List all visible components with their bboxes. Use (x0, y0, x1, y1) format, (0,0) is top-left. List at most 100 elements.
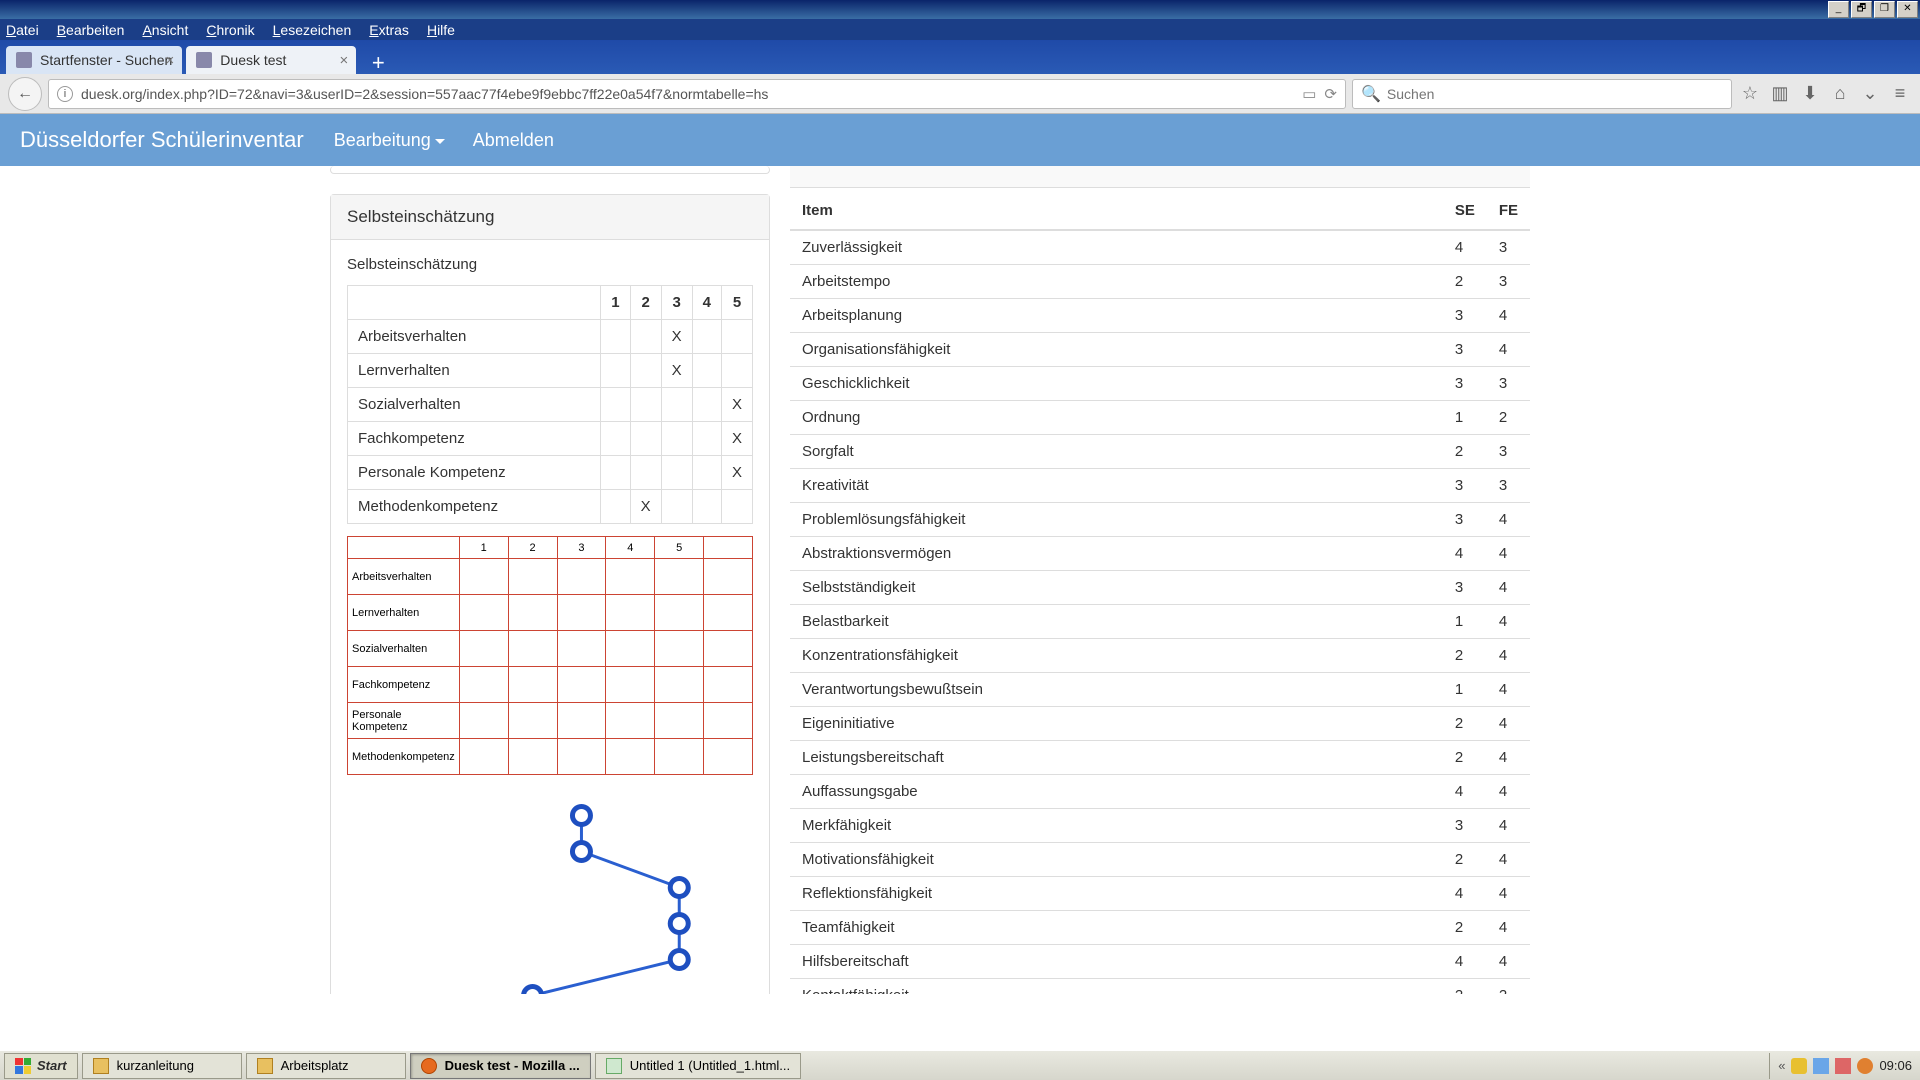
menu-extras[interactable]: Extras (369, 22, 409, 38)
chart-tick: 5 (655, 537, 704, 559)
taskbar-button-label: kurzanleitung (117, 1058, 194, 1073)
menu-bearbeiten[interactable]: Bearbeiten (57, 22, 125, 38)
selbst-table: 12345ArbeitsverhaltenXLernverhaltenXSozi… (347, 285, 753, 524)
rating-cell (630, 354, 661, 388)
back-button[interactable]: ← (8, 77, 42, 111)
url-input[interactable] (81, 86, 1294, 102)
hamburger-menu-icon[interactable]: ≡ (1888, 83, 1912, 104)
items-row: Ordnung12 (790, 401, 1530, 435)
menu-lesezeichen[interactable]: Lesezeichen (273, 22, 352, 38)
pocket-icon[interactable]: ⌄ (1858, 83, 1882, 104)
rating-cell (661, 422, 692, 456)
window-restore-button[interactable]: 🗗 (1851, 1, 1872, 18)
home-icon[interactable]: ⌂ (1828, 83, 1852, 104)
tray-network-icon[interactable] (1813, 1058, 1829, 1074)
rating-cell (692, 422, 721, 456)
panel-stub (330, 166, 770, 174)
rating-cell (692, 320, 721, 354)
item-se: 3 (1443, 571, 1487, 605)
item-se: 2 (1443, 435, 1487, 469)
tab-close-icon[interactable]: × (340, 52, 349, 69)
item-fe: 3 (1487, 265, 1530, 299)
tab-close-icon[interactable]: × (166, 52, 175, 69)
item-label: Selbstständigkeit (790, 571, 1443, 605)
taskbar-button[interactable]: Arbeitsplatz (246, 1053, 406, 1079)
item-fe: 4 (1487, 673, 1530, 707)
item-fe: 4 (1487, 639, 1530, 673)
page-viewport: Düsseldorfer Schülerinventar Bearbeitung… (0, 114, 1920, 994)
table-row: Personale KompetenzX (348, 456, 753, 490)
item-se: 3 (1443, 809, 1487, 843)
menu-hilfe[interactable]: Hilfe (427, 22, 455, 38)
browser-tab[interactable]: Duesk test × (186, 46, 356, 74)
system-tray[interactable]: « 09:06 (1769, 1053, 1920, 1079)
item-se: 2 (1443, 707, 1487, 741)
menu-datei[interactable]: Datei (6, 22, 39, 38)
url-bar[interactable]: i ▭ ⟳ (48, 79, 1346, 109)
window-minimize-button[interactable]: _ (1828, 1, 1849, 18)
rating-cell (692, 456, 721, 490)
search-input[interactable] (1387, 86, 1723, 102)
item-label: Abstraktionsvermögen (790, 537, 1443, 571)
window-close-button[interactable]: ✕ (1897, 1, 1918, 18)
site-info-icon[interactable]: i (57, 86, 73, 102)
tray-shield-icon[interactable] (1791, 1058, 1807, 1074)
browser-tab[interactable]: Startfenster - Suchen× (6, 46, 182, 74)
window-maximize-button[interactable]: ❐ (1874, 1, 1895, 18)
downloads-icon[interactable]: ⬇ (1798, 83, 1822, 104)
library-icon[interactable]: ▥ (1768, 83, 1792, 104)
taskbar: Start kurzanleitung ArbeitsplatzDuesk tes… (0, 1050, 1920, 1080)
tab-label: Duesk test (220, 52, 286, 68)
items-row: Kreativität33 (790, 469, 1530, 503)
item-label: Arbeitstempo (790, 265, 1443, 299)
item-fe: 3 (1487, 469, 1530, 503)
tray-expand-icon[interactable]: « (1778, 1058, 1785, 1073)
item-label: Arbeitsplanung (790, 299, 1443, 333)
tab-label: Startfenster - Suchen (40, 52, 172, 68)
menu-ansicht[interactable]: Ansicht (142, 22, 188, 38)
right-panel-headstub (790, 166, 1530, 188)
bookmark-star-icon[interactable]: ☆ (1738, 83, 1762, 104)
chart-row-label: Personale Kompetenz (348, 703, 460, 739)
tray-av-icon[interactable] (1857, 1058, 1873, 1074)
chart-row-label: Arbeitsverhalten (348, 559, 460, 595)
rating-cell (601, 388, 630, 422)
tray-volume-icon[interactable] (1835, 1058, 1851, 1074)
menu-chronik[interactable]: Chronik (206, 22, 254, 38)
item-label: Reflektionsfähigkeit (790, 877, 1443, 911)
search-bar[interactable]: 🔍 (1352, 79, 1732, 109)
item-fe: 4 (1487, 333, 1530, 367)
item-label: Ordnung (790, 401, 1443, 435)
taskbar-button[interactable]: Duesk test - Mozilla ... (410, 1053, 591, 1079)
new-tab-button[interactable]: + (364, 50, 392, 74)
item-se: 1 (1443, 401, 1487, 435)
favicon (196, 52, 212, 68)
start-button[interactable]: Start (4, 1053, 78, 1079)
nav-abmelden[interactable]: Abmelden (473, 130, 554, 151)
item-se: 2 (1443, 911, 1487, 945)
nav-bearbeitung[interactable]: Bearbeitung (334, 130, 445, 151)
taskbar-clock[interactable]: 09:06 (1879, 1058, 1912, 1073)
rating-cell (692, 388, 721, 422)
items-row: Verantwortungsbewußtsein14 (790, 673, 1530, 707)
item-fe: 4 (1487, 741, 1530, 775)
table-row: MethodenkompetenzX (348, 490, 753, 524)
rating-cell: X (721, 456, 752, 490)
rating-cell (721, 320, 752, 354)
taskbar-button[interactable]: kurzanleitung (82, 1053, 242, 1079)
item-label: Leistungsbereitschaft (790, 741, 1443, 775)
item-fe: 3 (1487, 230, 1530, 265)
reload-button[interactable]: ⟳ (1324, 85, 1337, 103)
items-row: Geschicklichkeit33 (790, 367, 1530, 401)
row-label: Methodenkompetenz (348, 490, 601, 524)
item-label: Konzentrationsfähigkeit (790, 639, 1443, 673)
item-fe: 4 (1487, 299, 1530, 333)
items-row: Belastbarkeit14 (790, 605, 1530, 639)
col-header: 4 (692, 286, 721, 320)
reader-mode-icon[interactable]: ▭ (1302, 85, 1316, 103)
item-fe: 4 (1487, 911, 1530, 945)
item-label: Geschicklichkeit (790, 367, 1443, 401)
taskbar-button[interactable]: Untitled 1 (Untitled_1.html... (595, 1053, 801, 1079)
chevron-down-icon (435, 139, 445, 149)
app-brand[interactable]: Düsseldorfer Schülerinventar (20, 127, 304, 153)
